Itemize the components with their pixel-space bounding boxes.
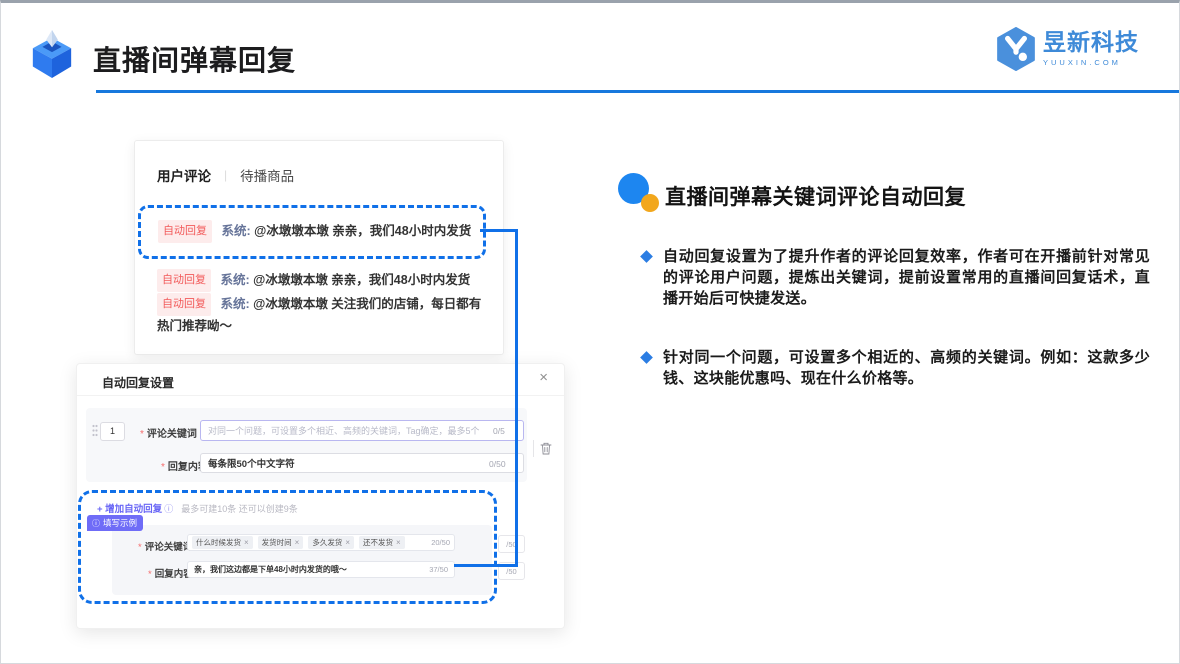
connector-line xyxy=(454,564,518,567)
auto-reply-badge: 自动回复 xyxy=(157,269,211,292)
auto-reply-message: 自动回复 系统: @冰墩墩本墩 亲亲，我们48小时内发货 xyxy=(158,220,471,243)
tab-user-comments[interactable]: 用户评论 xyxy=(157,165,211,185)
required-mark: * xyxy=(161,462,165,473)
message-text: @冰墩墩本墩 亲亲，我们48小时内发货 xyxy=(253,273,471,287)
brand-logo: 昱新科技 YUUXIN.COM xyxy=(995,27,1139,71)
brand-hexagon-icon xyxy=(997,27,1035,71)
modal-header-divider xyxy=(77,395,564,396)
brand-name: 昱新科技 xyxy=(1043,29,1139,55)
tab-pending-products[interactable]: 待播商品 xyxy=(240,165,294,185)
trash-divider xyxy=(533,440,534,457)
diamond-bullet-icon xyxy=(640,351,653,364)
auto-reply-message: 自动回复 系统: @冰墩墩本墩 关注我们的店铺，每日都有热门推荐呦～ xyxy=(157,293,489,337)
feature-dot-yellow-icon xyxy=(641,194,659,212)
drag-handle-icon[interactable] xyxy=(92,424,98,437)
feature-heading: 直播间弹幕关键词评论自动回复 xyxy=(665,186,966,209)
feature-bullet: 针对同一个问题，可设置多个相近的、高频的关键词。例如：这款多少钱、这块能优惠吗、… xyxy=(663,349,1150,387)
clipped-counter-field: /50 xyxy=(498,535,525,553)
auto-reply-badge: 自动回复 xyxy=(158,220,212,243)
highlight-annotation-message: 自动回复 系统: @冰墩墩本墩 亲亲，我们48小时内发货 xyxy=(138,205,486,259)
reply-input[interactable] xyxy=(200,453,524,473)
message-sender: 系统: xyxy=(220,273,250,287)
keyword-label: * 评论关键词 xyxy=(140,429,197,440)
message-text: @冰墩墩本墩 亲亲，我们48小时内发货 xyxy=(254,224,472,238)
feature-bullet: 自动回复设置为了提升作者的评论回复效率，作者可在开播前针对常见的评论用户问题，提… xyxy=(663,248,1150,307)
comment-tabs: 用户评论 | 待播商品 xyxy=(157,165,294,185)
reply-counter: 0/50 xyxy=(489,459,506,469)
connector-line xyxy=(515,229,518,567)
message-sender: 系统: xyxy=(220,297,250,311)
highlight-annotation-example xyxy=(78,490,497,604)
rule-index-input[interactable]: 1 xyxy=(100,422,125,441)
app-cube-icon xyxy=(32,30,72,78)
auto-reply-message: 自动回复 系统: @冰墩墩本墩 亲亲，我们48小时内发货 xyxy=(157,269,470,292)
required-mark: * xyxy=(140,429,144,440)
live-comment-panel: 用户评论 | 待播商品 自动回复 系统: @冰墩墩本墩 亲亲，我们48小时内发货… xyxy=(134,140,504,355)
brand-domain: YUUXIN.COM xyxy=(1043,58,1121,67)
modal-title: 自动回复设置 xyxy=(102,376,175,390)
tab-divider: | xyxy=(224,168,228,182)
close-icon[interactable]: × xyxy=(539,370,548,385)
page: 直播间弹幕回复 昱新科技 YUUXIN.COM 用户评论 | 待播商品 自动回复… xyxy=(0,0,1180,664)
connector-line xyxy=(480,229,518,232)
keyword-counter: 0/5 xyxy=(493,426,505,436)
message-sender: 系统: xyxy=(221,224,251,238)
auto-reply-badge: 自动回复 xyxy=(157,293,211,316)
title-underline xyxy=(96,90,1179,93)
keyword-input[interactable] xyxy=(200,420,524,441)
diamond-bullet-icon xyxy=(640,250,653,263)
delete-rule-icon[interactable] xyxy=(540,442,552,455)
page-title: 直播间弹幕回复 xyxy=(93,45,297,76)
